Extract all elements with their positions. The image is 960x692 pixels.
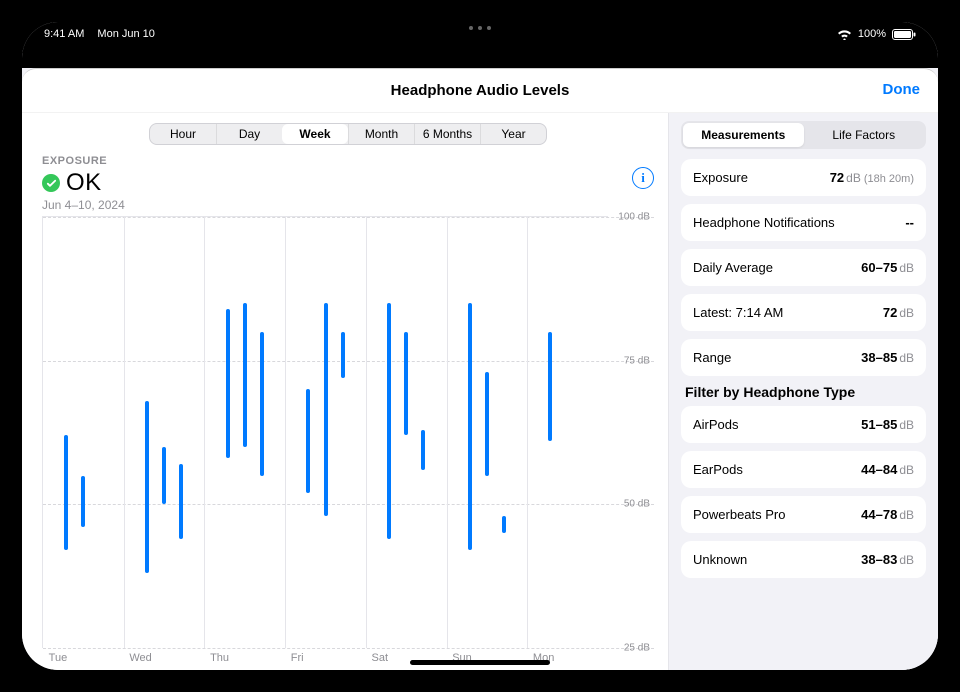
info-button[interactable]: i bbox=[632, 167, 654, 189]
y-tick-label: 25 dB bbox=[624, 643, 650, 654]
main-panel: HourDayWeekMonth6 MonthsYear EXPOSURE OK… bbox=[22, 113, 668, 670]
status-date: Mon Jun 10 bbox=[97, 28, 154, 40]
measurement-row-3-value: 72dB bbox=[883, 305, 914, 320]
exposure-caption: EXPOSURE bbox=[42, 155, 125, 167]
measurements-list: Exposure 72dB(18h 20m) Headphone Notificat… bbox=[681, 159, 926, 376]
time-range-segmented-control[interactable]: HourDayWeekMonth6 MonthsYear bbox=[149, 123, 547, 145]
chart-bar[interactable] bbox=[502, 516, 506, 533]
sheet-body: HourDayWeekMonth6 MonthsYear EXPOSURE OK… bbox=[22, 113, 938, 670]
detail-sheet: Headphone Audio Levels Done HourDayWeekM… bbox=[22, 68, 938, 670]
measurement-row-4-label: Range bbox=[693, 350, 731, 365]
time-range-month[interactable]: Month bbox=[348, 124, 414, 144]
measurement-row-2-label: Daily Average bbox=[693, 260, 773, 275]
device-frame: 9:41 AM Mon Jun 10 100% Headphone Audio … bbox=[0, 0, 960, 692]
measurement-row-3[interactable]: Latest: 7:14 AM 72dB bbox=[681, 294, 926, 331]
measurement-row-1-label: Headphone Notifications bbox=[693, 215, 835, 230]
exposure-date-range: Jun 4–10, 2024 bbox=[42, 198, 125, 212]
time-range-hour[interactable]: Hour bbox=[150, 124, 216, 144]
filter-row-3-value: 38–83dB bbox=[861, 552, 914, 567]
exposure-header: EXPOSURE OK Jun 4–10, 2024 i bbox=[42, 155, 654, 212]
exposure-status: OK bbox=[66, 169, 102, 197]
chart-bar[interactable] bbox=[324, 303, 328, 516]
x-tick-label: Wed bbox=[129, 652, 151, 664]
filter-row-1-label: EarPods bbox=[693, 462, 743, 477]
chart-bar[interactable] bbox=[64, 435, 68, 550]
chart-bar[interactable] bbox=[306, 389, 310, 492]
filter-row-3[interactable]: Unknown 38–83dB bbox=[681, 541, 926, 578]
time-range-6months[interactable]: 6 Months bbox=[414, 124, 480, 144]
filter-row-2[interactable]: Powerbeats Pro 44–78dB bbox=[681, 496, 926, 533]
x-tick-label: Sat bbox=[372, 652, 389, 664]
measurement-row-4-value: 38–85dB bbox=[861, 350, 914, 365]
sheet-header: Headphone Audio Levels Done bbox=[22, 69, 938, 113]
y-tick-label: 50 dB bbox=[624, 499, 650, 510]
x-tick-label: Thu bbox=[210, 652, 229, 664]
filter-row-0-label: AirPods bbox=[693, 417, 739, 432]
chart-area[interactable]: 25 dB50 dB75 dB100 dBTueWedThuFriSatSunM… bbox=[42, 216, 654, 670]
filter-row-0-value: 51–85dB bbox=[861, 417, 914, 432]
screen: 9:41 AM Mon Jun 10 100% Headphone Audio … bbox=[22, 22, 938, 670]
x-tick-label: Tue bbox=[49, 652, 68, 664]
status-ok-icon bbox=[42, 174, 60, 192]
x-tick-label: Fri bbox=[291, 652, 304, 664]
filter-list: AirPods 51–85dB EarPods 44–84dB Powerbeats P… bbox=[681, 406, 926, 578]
chart-bar[interactable] bbox=[548, 332, 552, 441]
chart-bar[interactable] bbox=[260, 332, 264, 476]
chart-bar[interactable] bbox=[468, 303, 472, 550]
chart-bar[interactable] bbox=[387, 303, 391, 539]
side-panel: MeasurementsLife Factors Exposure 72dB(18… bbox=[668, 113, 938, 670]
y-tick-label: 100 dB bbox=[618, 212, 650, 223]
wifi-icon bbox=[837, 29, 852, 40]
measurement-row-0-label: Exposure bbox=[693, 170, 748, 185]
chart-bar[interactable] bbox=[243, 303, 247, 447]
status-time: 9:41 AM bbox=[44, 28, 84, 40]
side-tabs-segmented-control[interactable]: MeasurementsLife Factors bbox=[681, 121, 926, 149]
side-tab-life-factors[interactable]: Life Factors bbox=[804, 123, 925, 147]
filter-row-1-value: 44–84dB bbox=[861, 462, 914, 477]
y-tick-label: 75 dB bbox=[624, 355, 650, 366]
battery-percent: 100% bbox=[858, 28, 886, 40]
chart-bar[interactable] bbox=[162, 447, 166, 504]
chart-bar[interactable] bbox=[226, 309, 230, 458]
chart-bar[interactable] bbox=[341, 332, 345, 378]
done-button[interactable]: Done bbox=[883, 81, 921, 98]
chart-bar[interactable] bbox=[404, 332, 408, 435]
chart-bar[interactable] bbox=[145, 401, 149, 573]
measurement-row-1-value: -- bbox=[905, 215, 914, 230]
multitask-dots-icon bbox=[469, 26, 491, 30]
chart-bar[interactable] bbox=[179, 464, 183, 539]
sheet-background-strip bbox=[22, 46, 938, 68]
measurement-row-2[interactable]: Daily Average 60–75dB bbox=[681, 249, 926, 286]
measurement-row-1[interactable]: Headphone Notifications -- bbox=[681, 204, 926, 241]
chart-bar[interactable] bbox=[81, 476, 85, 528]
status-bar: 9:41 AM Mon Jun 10 100% bbox=[22, 22, 938, 46]
chart-bar[interactable] bbox=[485, 372, 489, 475]
battery-icon bbox=[892, 29, 916, 40]
time-range-week[interactable]: Week bbox=[282, 124, 348, 144]
measurement-row-0-value: 72dB(18h 20m) bbox=[830, 170, 914, 185]
home-indicator[interactable] bbox=[410, 660, 550, 665]
measurement-row-0[interactable]: Exposure 72dB(18h 20m) bbox=[681, 159, 926, 196]
time-range-day[interactable]: Day bbox=[216, 124, 282, 144]
filter-row-0[interactable]: AirPods 51–85dB bbox=[681, 406, 926, 443]
side-tab-measurements[interactable]: Measurements bbox=[683, 123, 804, 147]
filter-row-1[interactable]: EarPods 44–84dB bbox=[681, 451, 926, 488]
filter-row-2-label: Powerbeats Pro bbox=[693, 507, 786, 522]
time-range-year[interactable]: Year bbox=[480, 124, 546, 144]
page-title: Headphone Audio Levels bbox=[391, 82, 570, 99]
audio-level-chart[interactable]: 25 dB50 dB75 dB100 dBTueWedThuFriSatSunM… bbox=[42, 216, 608, 648]
chart-bar[interactable] bbox=[421, 430, 425, 470]
filter-row-2-value: 44–78dB bbox=[861, 507, 914, 522]
measurement-row-3-label: Latest: 7:14 AM bbox=[693, 305, 783, 320]
measurement-row-2-value: 60–75dB bbox=[861, 260, 914, 275]
measurement-row-4[interactable]: Range 38–85dB bbox=[681, 339, 926, 376]
filter-row-3-label: Unknown bbox=[693, 552, 747, 567]
filter-section-title: Filter by Headphone Type bbox=[685, 384, 922, 400]
